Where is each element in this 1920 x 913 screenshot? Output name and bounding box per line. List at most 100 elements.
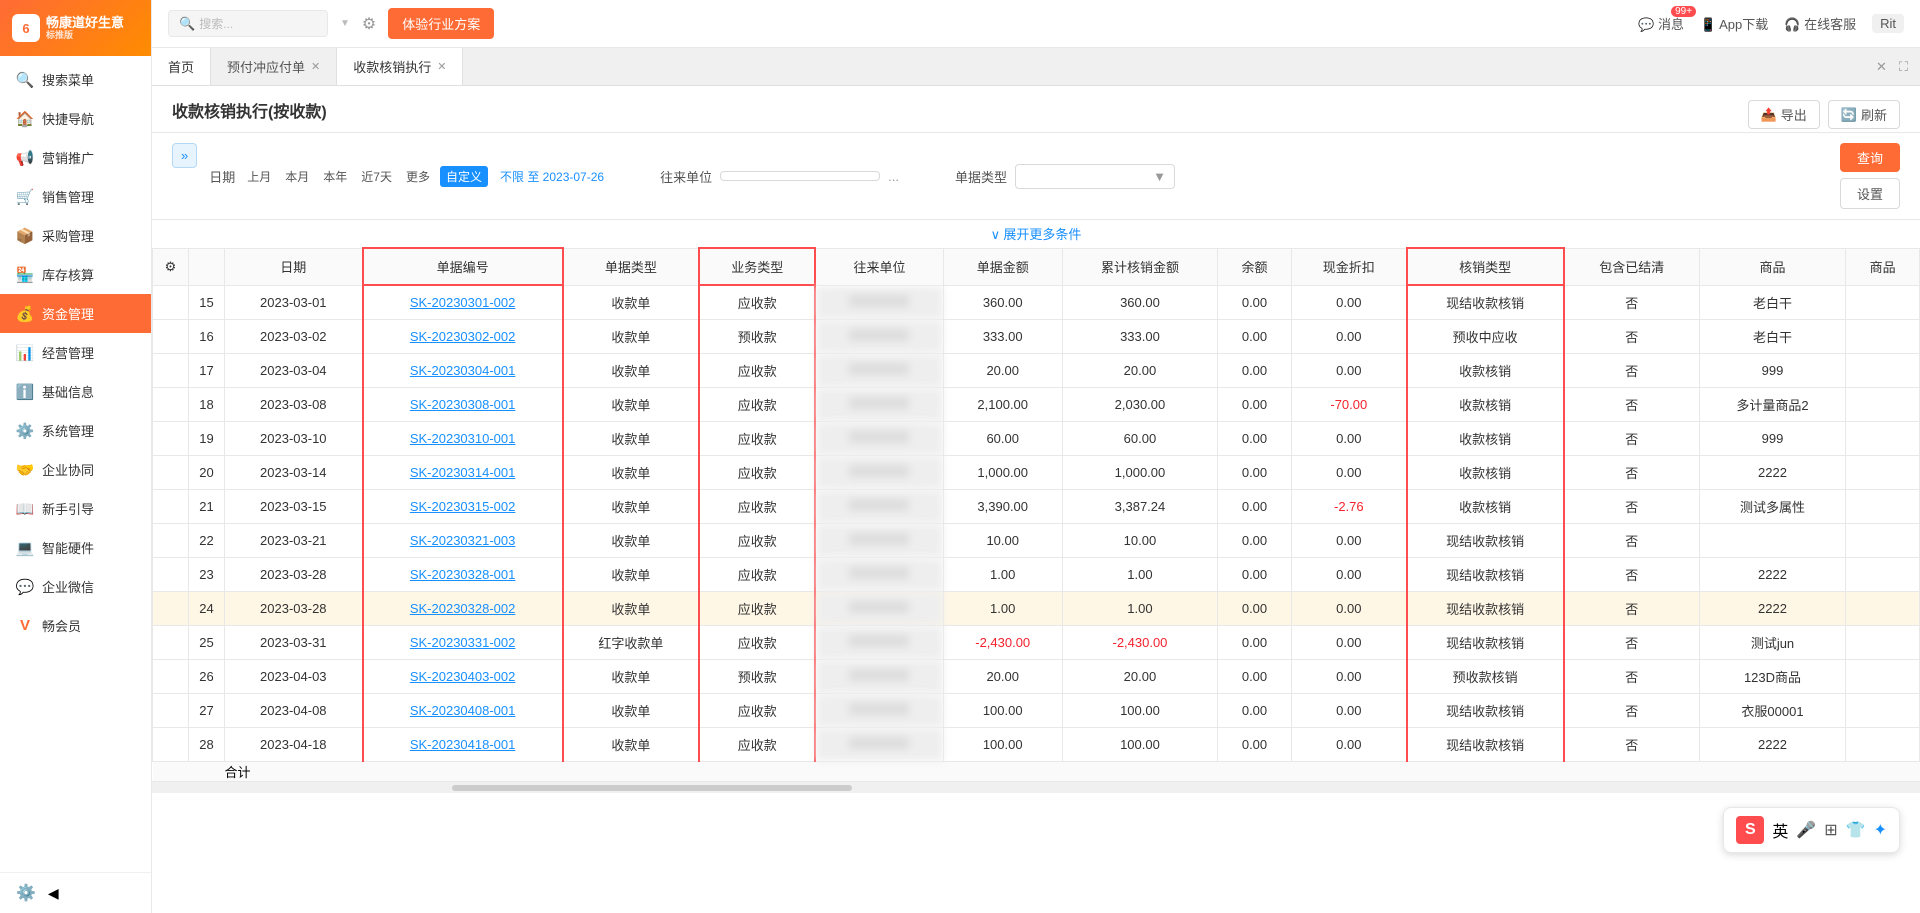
sidebar-item-finance[interactable]: 💰 资金管理 — [0, 294, 151, 333]
table-cell: 0.00 — [1218, 320, 1292, 354]
tab-home[interactable]: 首页 — [152, 48, 211, 85]
col-goods[interactable]: 商品 — [1699, 248, 1845, 285]
table-cell: 收款核销 — [1407, 354, 1564, 388]
voucher-no-link[interactable]: SK-20230315-002 — [363, 490, 563, 524]
expand-more-bar[interactable]: ∨ 展开更多条件 — [152, 220, 1920, 247]
col-counterpart[interactable]: 往来单位 — [815, 248, 943, 285]
tab-receivable[interactable]: 预付冲应付单 ✕ — [211, 48, 337, 85]
date-custom[interactable]: 自定义 — [440, 166, 488, 187]
table-cell: -2,430.00 — [943, 626, 1062, 660]
col-voucher-no[interactable]: 单据编号 — [363, 248, 563, 285]
message-area[interactable]: 💬 消息 99+ — [1638, 14, 1684, 33]
table-cell — [815, 524, 943, 558]
sidebar-item-sales[interactable]: 🛒 销售管理 — [0, 177, 151, 216]
voucher-no-link[interactable]: SK-20230418-001 — [363, 728, 563, 762]
gear-icon[interactable]: ⚙ — [362, 14, 376, 34]
user-info[interactable]: Rit — [1872, 14, 1904, 33]
table-cell: 否 — [1564, 388, 1700, 422]
col-voucher-type[interactable]: 单据类型 — [563, 248, 700, 285]
sidebar-item-marketing[interactable]: 📢 营销推广 — [0, 138, 151, 177]
sidebar-item-inventory[interactable]: 🏪 库存核算 — [0, 255, 151, 294]
voucher-no-link[interactable]: SK-20230314-001 — [363, 456, 563, 490]
voucher-no-link[interactable]: SK-20230403-002 — [363, 660, 563, 694]
tab-receipt[interactable]: 收款核销执行 ✕ — [337, 48, 463, 85]
table-cell: 应收款 — [699, 524, 815, 558]
table-cell: 现结收款核销 — [1407, 592, 1564, 626]
table-cell: 收款单 — [563, 592, 700, 626]
sidebar-item-search[interactable]: 🔍 搜索菜单 — [0, 60, 151, 99]
table-cell — [1846, 320, 1920, 354]
date-last-month[interactable]: 上月 — [243, 166, 275, 187]
voucher-no-link[interactable]: SK-20230304-001 — [363, 354, 563, 388]
col-amount[interactable]: 单据金额 — [943, 248, 1062, 285]
settings-icon[interactable]: ⚙️ — [16, 883, 36, 903]
table-cell: 否 — [1564, 320, 1700, 354]
collapse-icon[interactable]: ◀ — [48, 885, 59, 902]
refresh-button[interactable]: 🔄 刷新 — [1828, 100, 1900, 129]
table-cell: 预收款核销 — [1407, 660, 1564, 694]
table-cell — [1846, 558, 1920, 592]
col-write-off-amount[interactable]: 累计核销金额 — [1062, 248, 1217, 285]
query-button[interactable]: 查询 — [1840, 143, 1900, 172]
col-balance[interactable]: 余额 — [1218, 248, 1292, 285]
voucher-no-link[interactable]: SK-20230408-001 — [363, 694, 563, 728]
voucher-no-link[interactable]: SK-20230328-001 — [363, 558, 563, 592]
industry-solution-button[interactable]: 体验行业方案 — [388, 8, 494, 39]
counterpart-input[interactable] — [720, 171, 880, 181]
home-icon: 🏠 — [16, 110, 34, 128]
app-download-link[interactable]: 📱 App下载 — [1700, 14, 1768, 33]
filter-collapse-button[interactable]: » — [172, 143, 197, 168]
col-goods2[interactable]: 商品 — [1846, 248, 1920, 285]
voucher-no-link[interactable]: SK-20230301-002 — [363, 285, 563, 320]
table-cell: 1.00 — [1062, 592, 1217, 626]
table-cell — [153, 728, 189, 762]
col-settings[interactable]: ⚙ — [153, 248, 189, 285]
close-tab-icon[interactable]: ✕ — [1876, 59, 1887, 75]
table-cell: 22 — [189, 524, 225, 558]
hardware-icon: 💻 — [16, 539, 34, 557]
inventory-icon: 🏪 — [16, 266, 34, 284]
maximize-icon[interactable]: ⛶ — [1899, 59, 1908, 75]
col-cash-discount[interactable]: 现金折扣 — [1291, 248, 1406, 285]
date-this-month[interactable]: 本月 — [281, 166, 313, 187]
table-cell: 收款单 — [563, 354, 700, 388]
sidebar-item-wechat[interactable]: 💬 企业微信 — [0, 567, 151, 606]
col-write-off-type[interactable]: 核销类型 — [1407, 248, 1564, 285]
voucher-no-link[interactable]: SK-20230308-001 — [363, 388, 563, 422]
voucher-no-link[interactable]: SK-20230310-001 — [363, 422, 563, 456]
date-last-7-days[interactable]: 近7天 — [357, 166, 396, 187]
sidebar-item-system[interactable]: ⚙️ 系统管理 — [0, 411, 151, 450]
tab-receipt-close[interactable]: ✕ — [437, 60, 446, 73]
settings-button[interactable]: 设置 — [1840, 178, 1900, 209]
sidebar-item-operations[interactable]: 📊 经营管理 — [0, 333, 151, 372]
tab-receivable-close[interactable]: ✕ — [311, 60, 320, 73]
date-shortcuts: 上月 本月 本年 近7天 更多 自定义 — [243, 166, 488, 187]
topbar-search[interactable]: 🔍 搜索... — [168, 10, 328, 37]
voucher-no-link[interactable]: SK-20230328-002 — [363, 592, 563, 626]
voucher-no-link[interactable]: SK-20230321-003 — [363, 524, 563, 558]
export-button[interactable]: 📤 导出 — [1748, 100, 1820, 129]
date-more[interactable]: 更多 — [402, 166, 434, 187]
sidebar-item-basic[interactable]: ℹ️ 基础信息 — [0, 372, 151, 411]
sidebar-item-hardware[interactable]: 💻 智能硬件 — [0, 528, 151, 567]
sidebar-item-quick[interactable]: 🏠 快捷导航 — [0, 99, 151, 138]
sidebar-item-member[interactable]: V 畅会员 — [0, 606, 151, 645]
table-cell: 1,000.00 — [1062, 456, 1217, 490]
sidebar-item-enterprise[interactable]: 🤝 企业协同 — [0, 450, 151, 489]
voucher-no-link[interactable]: SK-20230302-002 — [363, 320, 563, 354]
col-date[interactable]: 日期 — [225, 248, 363, 285]
online-support-link[interactable]: 🎧 在线客服 — [1784, 14, 1856, 33]
table-cell: 现结收款核销 — [1407, 285, 1564, 320]
table-cell: 2023-04-08 — [225, 694, 363, 728]
sidebar-item-guide[interactable]: 📖 新手引导 — [0, 489, 151, 528]
sidebar-item-purchase[interactable]: 📦 采购管理 — [0, 216, 151, 255]
col-biz-type[interactable]: 业务类型 — [699, 248, 815, 285]
table-cell: 0.00 — [1291, 456, 1406, 490]
chevron-down-icon: ▼ — [1153, 169, 1166, 184]
table-cell: 100.00 — [1062, 728, 1217, 762]
table-cell — [815, 626, 943, 660]
col-include-settled[interactable]: 包含已结清 — [1564, 248, 1700, 285]
voucher-no-link[interactable]: SK-20230331-002 — [363, 626, 563, 660]
date-this-year[interactable]: 本年 — [319, 166, 351, 187]
voucher-type-select[interactable]: ▼ — [1015, 164, 1175, 189]
